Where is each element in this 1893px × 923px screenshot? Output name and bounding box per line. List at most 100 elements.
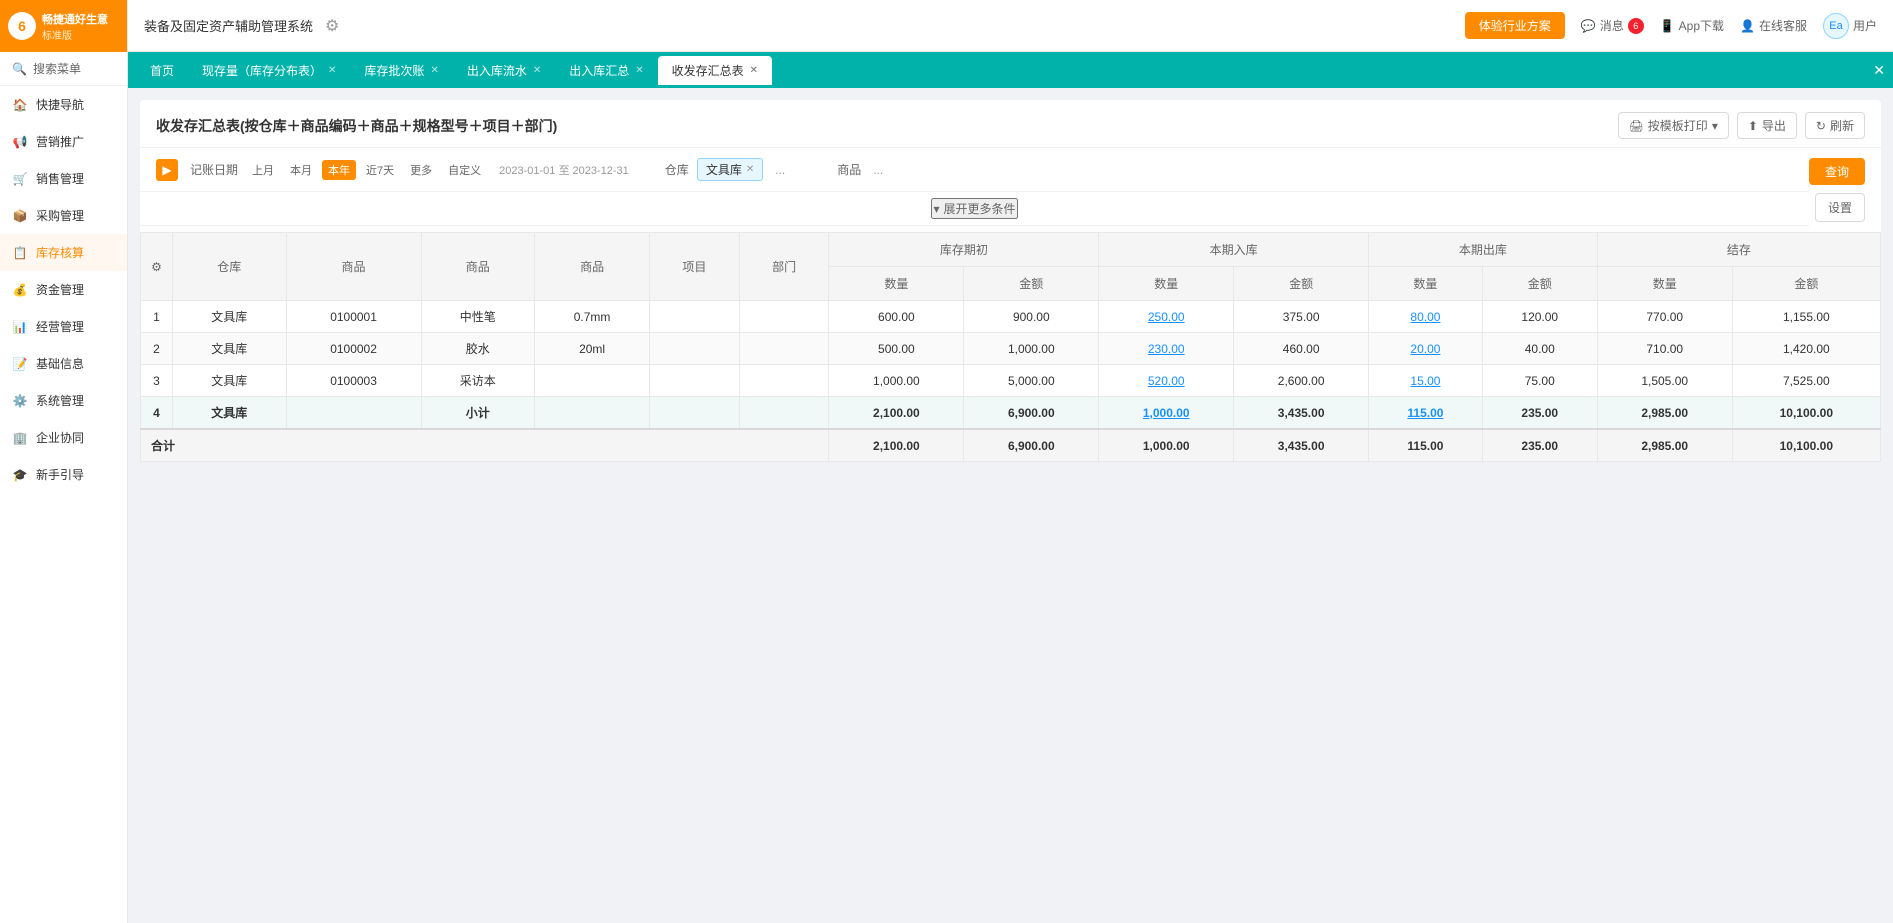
tab-close-icon[interactable]: ✕ [328, 65, 336, 76]
row-in-qty-link[interactable]: 250.00 [1148, 310, 1185, 324]
table-row: 4文具库小计2,100.006,900.001,000.003,435.0011… [141, 397, 1881, 430]
refresh-btn[interactable]: ↻ 刷新 [1805, 112, 1865, 139]
row-out-qty-link[interactable]: 115.00 [1407, 406, 1443, 420]
chevron-down-icon: ▾ [1712, 119, 1718, 133]
sidebar-item-system[interactable]: ⚙️ 系统管理 [0, 382, 127, 419]
th-goods-name: 商品 [421, 233, 535, 301]
th-balance-qty: 数量 [1597, 267, 1732, 301]
date-btn-more[interactable]: 更多 [404, 160, 438, 180]
th-in-group: 本期入库 [1099, 233, 1369, 267]
row-in-qty[interactable]: 230.00 [1099, 333, 1234, 365]
tab-close-icon[interactable]: ✕ [430, 65, 438, 76]
date-btn-last-month[interactable]: 上月 [246, 160, 280, 180]
row-out-qty[interactable]: 15.00 [1369, 365, 1483, 397]
refresh-label: 刷新 [1830, 117, 1854, 134]
export-btn[interactable]: ⬆ 导出 [1737, 112, 1797, 139]
sidebar-search[interactable]: 🔍 搜索菜单 [0, 52, 127, 86]
row-project [650, 301, 740, 333]
row-out-qty-link[interactable]: 80.00 [1410, 310, 1440, 324]
message-icon: 💬 [1581, 19, 1596, 33]
experience-btn[interactable]: 体验行业方案 [1465, 12, 1565, 39]
row-in-amt: 2,600.00 [1234, 365, 1369, 397]
sidebar-item-newbie[interactable]: 🎓 新手引导 [0, 456, 127, 493]
data-table: ⚙ 仓库 商品 商品 商品 项目 部门 库存期初 本期入库 本期出库 结存 [140, 232, 1881, 462]
row-in-qty[interactable]: 520.00 [1099, 365, 1234, 397]
sidebar-item-label: 经营管理 [36, 318, 84, 335]
marketing-icon: 📢 [12, 134, 28, 150]
row-out-amt: 75.00 [1482, 365, 1597, 397]
tab-close-icon[interactable]: ✕ [635, 65, 643, 76]
tabbar-close-all[interactable]: ✕ [1873, 62, 1885, 79]
print-label: 按模板打印 [1648, 117, 1708, 134]
tab-home[interactable]: 首页 [136, 56, 188, 85]
online-service-btn[interactable]: 👤 在线客服 [1740, 17, 1807, 34]
search-icon: 🔍 [12, 62, 27, 76]
row-out-qty[interactable]: 20.00 [1369, 333, 1483, 365]
row-out-qty[interactable]: 80.00 [1369, 301, 1483, 333]
print-btn[interactable]: 🖨 按模板打印 ▾ [1618, 112, 1729, 139]
th-project: 项目 [650, 233, 740, 301]
table-wrapper: ⚙ 仓库 商品 商品 商品 项目 部门 库存期初 本期入库 本期出库 结存 [140, 232, 1881, 462]
sidebar-search-label: 搜索菜单 [33, 60, 81, 77]
sidebar-header: 6 畅捷通好生意 标准版 [0, 0, 127, 52]
sidebar-item-finance[interactable]: 💰 资金管理 [0, 271, 127, 308]
tab-close-icon[interactable]: ✕ [750, 65, 758, 76]
goods-filter-dots[interactable]: ... [873, 163, 883, 177]
row-goods-name: 小计 [421, 397, 535, 430]
system-title: 装备及固定资产辅助管理系统 [144, 16, 313, 35]
filter-area: ▶ 记账日期 上月 本月 本年 近7天 更多 自定义 2023- [140, 148, 1881, 232]
online-service-label: 在线客服 [1759, 17, 1807, 34]
sidebar-item-enterprise[interactable]: 🏢 企业协同 [0, 419, 127, 456]
row-goods-code [286, 397, 421, 430]
sidebar-item-sales[interactable]: 🛒 销售管理 [0, 160, 127, 197]
sidebar-item-purchase[interactable]: 📦 采购管理 [0, 197, 127, 234]
tabbar: 首页 现存量（库存分布表） ✕ 库存批次账 ✕ 出入库流水 ✕ 出入库汇总 ✕ … [128, 52, 1893, 88]
row-goods-spec: 0.7mm [535, 301, 650, 333]
row-in-qty-link[interactable]: 520.00 [1148, 374, 1185, 388]
th-opening-group: 库存期初 [829, 233, 1099, 267]
row-in-qty[interactable]: 1,000.00 [1099, 397, 1234, 430]
config-dropdown[interactable]: ⚙ [325, 16, 339, 36]
row-opening-qty: 500.00 [829, 333, 964, 365]
date-btn-this-month[interactable]: 本月 [284, 160, 318, 180]
th-settings[interactable]: ⚙ [141, 233, 173, 301]
filter-bar: ▶ 记账日期 上月 本月 本年 近7天 更多 自定义 2023- [140, 148, 1809, 192]
download-icon: 📱 [1660, 19, 1675, 33]
filter-goods-section: 商品 ... [817, 161, 883, 178]
row-in-qty-link[interactable]: 230.00 [1148, 342, 1185, 356]
warehouse-filter-dots[interactable]: ... [775, 163, 785, 177]
tab-in-out-flow[interactable]: 出入库流水 ✕ [453, 56, 555, 85]
date-btn-7days[interactable]: 近7天 [360, 160, 400, 180]
row-in-qty-link[interactable]: 1,000.00 [1143, 406, 1190, 420]
message-btn[interactable]: 💬 消息 6 [1581, 17, 1644, 34]
footer-opening-qty: 2,100.00 [829, 429, 964, 462]
date-btn-custom[interactable]: 自定义 [442, 160, 487, 180]
tab-inventory-distribution[interactable]: 现存量（库存分布表） ✕ [188, 56, 350, 85]
row-out-qty[interactable]: 115.00 [1369, 397, 1483, 430]
filter-settings-btn[interactable]: 设置 [1815, 193, 1865, 222]
warehouse-tag-close[interactable]: ✕ [746, 164, 754, 175]
sidebar-item-inventory[interactable]: 📋 库存核算 [0, 234, 127, 271]
filter-expand-arrow[interactable]: ▶ [156, 159, 178, 181]
sidebar-item-quick-nav[interactable]: 🏠 快捷导航 [0, 86, 127, 123]
sidebar-item-basic-info[interactable]: 📝 基础信息 [0, 345, 127, 382]
row-opening-qty: 1,000.00 [829, 365, 964, 397]
date-btn-this-year[interactable]: 本年 [322, 160, 356, 180]
tab-recv-send-summary[interactable]: 收发存汇总表 ✕ [658, 56, 772, 85]
row-warehouse: 文具库 [173, 365, 287, 397]
sidebar-item-operations[interactable]: 📊 经营管理 [0, 308, 127, 345]
user-avatar-btn[interactable]: Ea 用户 [1823, 13, 1877, 39]
tab-batch-account[interactable]: 库存批次账 ✕ [350, 56, 452, 85]
th-goods-spec: 商品 [535, 233, 650, 301]
app-download-btn[interactable]: 📱 App下载 [1660, 17, 1724, 34]
row-balance-amt: 1,155.00 [1732, 301, 1880, 333]
row-out-qty-link[interactable]: 15.00 [1410, 374, 1440, 388]
row-out-qty-link[interactable]: 20.00 [1410, 342, 1440, 356]
query-btn[interactable]: 查询 [1809, 158, 1865, 185]
tab-in-out-summary[interactable]: 出入库汇总 ✕ [555, 56, 657, 85]
row-in-qty[interactable]: 250.00 [1099, 301, 1234, 333]
sidebar-item-marketing[interactable]: 📢 营销推广 [0, 123, 127, 160]
tab-close-icon[interactable]: ✕ [533, 65, 541, 76]
expand-more-btn[interactable]: ▾ 展开更多条件 [931, 198, 1017, 219]
warehouse-label: 仓库 [665, 161, 689, 178]
